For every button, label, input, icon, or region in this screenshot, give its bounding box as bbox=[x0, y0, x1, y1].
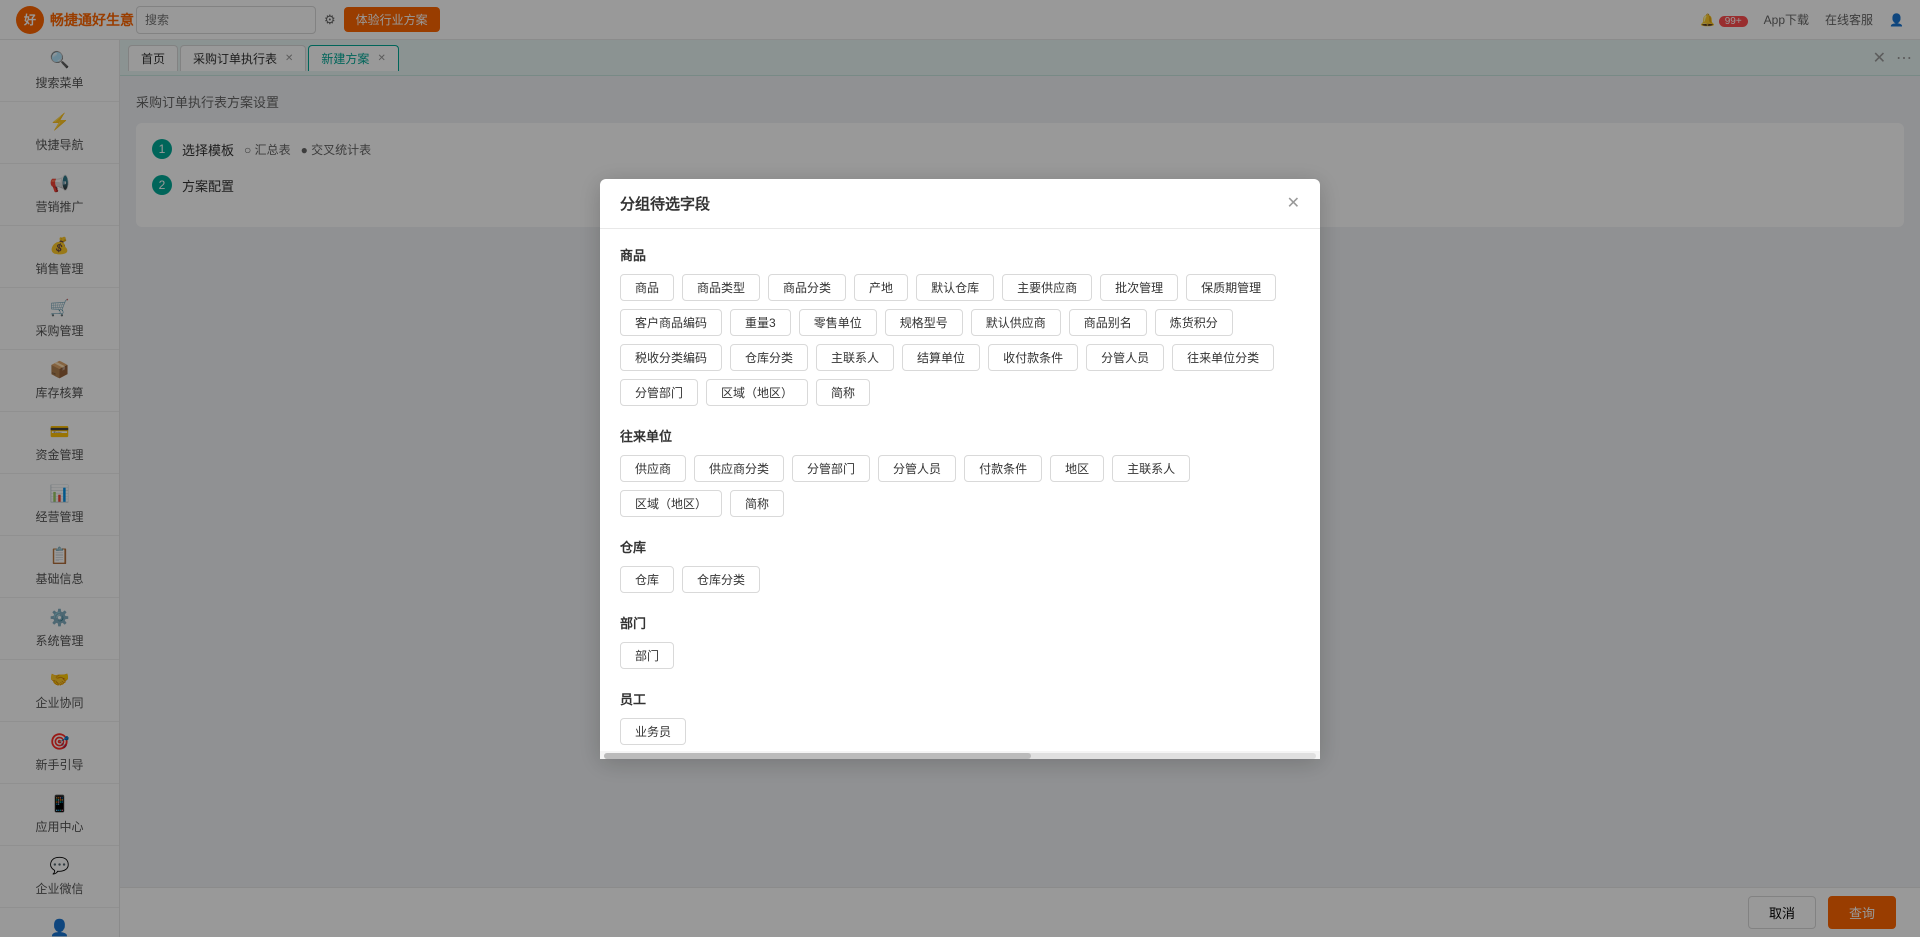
field-tag-counterpart-supplier-cat[interactable]: 供应商分类 bbox=[694, 455, 784, 482]
field-tag-counterpart-dept[interactable]: 分管部门 bbox=[792, 455, 870, 482]
field-group-warehouse-title: 仓库 bbox=[620, 537, 1300, 556]
field-tag-counterpart-region2[interactable]: 区域（地区） bbox=[620, 490, 722, 517]
field-tag-employee-salesperson[interactable]: 业务员 bbox=[620, 718, 686, 745]
field-tag-counterpart-abbr[interactable]: 简称 bbox=[730, 490, 784, 517]
field-tag-product-main-supplier[interactable]: 主要供应商 bbox=[1002, 274, 1092, 301]
field-tag-product-default-warehouse[interactable]: 默认仓库 bbox=[916, 274, 994, 301]
field-tag-product-abbr[interactable]: 简称 bbox=[816, 379, 870, 406]
modal-title: 分组待选字段 bbox=[620, 193, 710, 214]
field-tags-employee: 业务员 bbox=[620, 718, 1300, 745]
field-tag-product-retail-unit[interactable]: 零售单位 bbox=[799, 309, 877, 336]
field-group-counterpart-title: 往来单位 bbox=[620, 426, 1300, 445]
field-tag-counterpart-manager[interactable]: 分管人员 bbox=[878, 455, 956, 482]
field-tag-product-dept[interactable]: 分管部门 bbox=[620, 379, 698, 406]
field-tag-product-contact[interactable]: 主联系人 bbox=[816, 344, 894, 371]
field-tag-warehouse-name[interactable]: 仓库 bbox=[620, 566, 674, 593]
field-tag-department-name[interactable]: 部门 bbox=[620, 642, 674, 669]
field-tag-product-settlement-unit[interactable]: 结算单位 bbox=[902, 344, 980, 371]
field-tag-product-counterpart-category[interactable]: 往来单位分类 bbox=[1172, 344, 1274, 371]
field-tag-counterpart-contact[interactable]: 主联系人 bbox=[1112, 455, 1190, 482]
field-tag-product-batch[interactable]: 批次管理 bbox=[1100, 274, 1178, 301]
field-group-counterpart: 往来单位 供应商 供应商分类 分管部门 分管人员 付款条件 地区 主联系人 区域… bbox=[620, 426, 1300, 517]
field-tag-product-tax-code[interactable]: 税收分类编码 bbox=[620, 344, 722, 371]
field-tag-product-warehouse-category[interactable]: 仓库分类 bbox=[730, 344, 808, 371]
modal-close-button[interactable]: ✕ bbox=[1287, 193, 1300, 213]
field-tags-warehouse: 仓库 仓库分类 bbox=[620, 566, 1300, 593]
field-tag-counterpart-supplier[interactable]: 供应商 bbox=[620, 455, 686, 482]
field-tag-product-spec[interactable]: 规格型号 bbox=[885, 309, 963, 336]
modal-overlay: 分组待选字段 ✕ 商品 商品 商品类型 商品分类 产地 默认仓库 主要供应商 批… bbox=[0, 0, 1920, 937]
field-tag-product-shelf-life[interactable]: 保质期管理 bbox=[1186, 274, 1276, 301]
field-tag-product-origin[interactable]: 产地 bbox=[854, 274, 908, 301]
field-tag-product-points[interactable]: 炼货积分 bbox=[1155, 309, 1233, 336]
field-tag-product-type[interactable]: 商品类型 bbox=[682, 274, 760, 301]
field-group-warehouse: 仓库 仓库 仓库分类 bbox=[620, 537, 1300, 593]
field-tag-product-alias[interactable]: 商品别名 bbox=[1069, 309, 1147, 336]
hscroll-thumb bbox=[604, 753, 1031, 759]
field-tags-product: 商品 商品类型 商品分类 产地 默认仓库 主要供应商 批次管理 保质期管理 客户… bbox=[620, 274, 1300, 406]
field-group-product-title: 商品 bbox=[620, 245, 1300, 264]
field-tag-product-product[interactable]: 商品 bbox=[620, 274, 674, 301]
modal-header: 分组待选字段 ✕ bbox=[600, 179, 1320, 229]
field-group-department-title: 部门 bbox=[620, 613, 1300, 632]
field-tags-department: 部门 bbox=[620, 642, 1300, 669]
field-group-employee-title: 员工 bbox=[620, 689, 1300, 708]
field-tag-counterpart-payment[interactable]: 付款条件 bbox=[964, 455, 1042, 482]
field-tags-counterpart: 供应商 供应商分类 分管部门 分管人员 付款条件 地区 主联系人 区域（地区） … bbox=[620, 455, 1300, 517]
field-select-modal: 分组待选字段 ✕ 商品 商品 商品类型 商品分类 产地 默认仓库 主要供应商 批… bbox=[600, 179, 1320, 759]
field-tag-warehouse-category[interactable]: 仓库分类 bbox=[682, 566, 760, 593]
field-tag-product-default-supplier[interactable]: 默认供应商 bbox=[971, 309, 1061, 336]
modal-hscroll[interactable] bbox=[600, 751, 1320, 759]
field-tag-product-region[interactable]: 区域（地区） bbox=[706, 379, 808, 406]
field-tag-counterpart-region[interactable]: 地区 bbox=[1050, 455, 1104, 482]
field-tag-product-manager[interactable]: 分管人员 bbox=[1086, 344, 1164, 371]
field-tag-product-payment-terms[interactable]: 收付款条件 bbox=[988, 344, 1078, 371]
field-tag-product-customer-code[interactable]: 客户商品编码 bbox=[620, 309, 722, 336]
field-group-department: 部门 部门 bbox=[620, 613, 1300, 669]
field-group-product: 商品 商品 商品类型 商品分类 产地 默认仓库 主要供应商 批次管理 保质期管理… bbox=[620, 245, 1300, 406]
field-group-employee: 员工 业务员 bbox=[620, 689, 1300, 745]
modal-body: 商品 商品 商品类型 商品分类 产地 默认仓库 主要供应商 批次管理 保质期管理… bbox=[600, 229, 1320, 751]
field-tag-product-weight[interactable]: 重量3 bbox=[730, 309, 791, 336]
field-tag-product-category[interactable]: 商品分类 bbox=[768, 274, 846, 301]
